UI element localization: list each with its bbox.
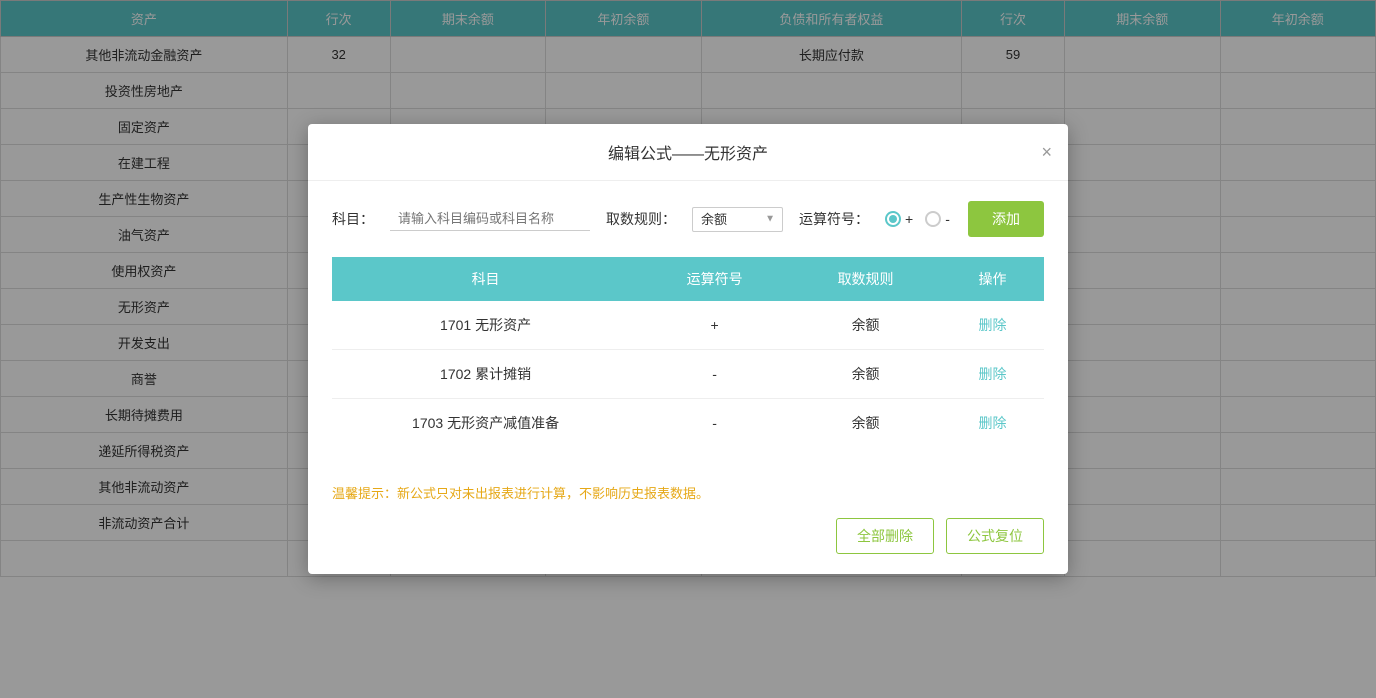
row2-rule: 余额 (790, 350, 941, 399)
delete-all-button[interactable]: 全部删除 (836, 518, 934, 554)
row1-operator: + (639, 301, 790, 350)
radio-minus-circle (925, 211, 941, 227)
table-row: 1702 累计摊销 - 余额 删除 (332, 350, 1044, 399)
row1-action: 删除 (941, 301, 1044, 350)
formula-form-row: 科目： 取数规则： 余额 借方 贷方 借方余额 贷方余额 ▼ 运算符号： (332, 201, 1044, 237)
row1-subject: 1701 无形资产 (332, 301, 639, 350)
operator-plus-label: + (905, 211, 913, 227)
delete-row1-link[interactable]: 删除 (979, 317, 1007, 333)
radio-plus-circle (885, 211, 901, 227)
footer-actions: 全部删除 公式复位 (308, 518, 1068, 574)
modal-overlay: 编辑公式——无形资产 × 科目： 取数规则： 余额 借方 贷方 借方余额 (0, 0, 1376, 698)
close-button[interactable]: × (1041, 143, 1052, 161)
operator-label: 运算符号： (799, 209, 869, 229)
row2-operator: - (639, 350, 790, 399)
row3-rule: 余额 (790, 399, 941, 448)
table-row: 1703 无形资产减值准备 - 余额 删除 (332, 399, 1044, 448)
operator-radio-group: + - (885, 211, 950, 227)
add-button[interactable]: 添加 (968, 201, 1044, 237)
delete-row2-link[interactable]: 删除 (979, 366, 1007, 382)
row1-rule: 余额 (790, 301, 941, 350)
row3-action: 删除 (941, 399, 1044, 448)
delete-row3-link[interactable]: 删除 (979, 415, 1007, 431)
subject-input[interactable] (390, 207, 590, 231)
rule-label: 取数规则： (606, 209, 676, 229)
th-operator: 运算符号 (639, 257, 790, 301)
th-subject: 科目 (332, 257, 639, 301)
modal-title: 编辑公式——无形资产 (608, 146, 768, 163)
modal-header: 编辑公式——无形资产 × (308, 124, 1068, 181)
operator-minus-radio[interactable]: - (925, 211, 950, 227)
footer-note: 温馨提示：新公式只对未出报表进行计算，不影响历史报表数据。 (308, 483, 1068, 518)
operator-minus-label: - (945, 211, 950, 227)
row3-subject: 1703 无形资产减值准备 (332, 399, 639, 448)
table-row: 1701 无形资产 + 余额 删除 (332, 301, 1044, 350)
th-action: 操作 (941, 257, 1044, 301)
row3-operator: - (639, 399, 790, 448)
operator-plus-radio[interactable]: + (885, 211, 913, 227)
row2-subject: 1702 累计摊销 (332, 350, 639, 399)
row2-action: 删除 (941, 350, 1044, 399)
edit-formula-modal: 编辑公式——无形资产 × 科目： 取数规则： 余额 借方 贷方 借方余额 (308, 124, 1068, 574)
reset-formula-button[interactable]: 公式复位 (946, 518, 1044, 554)
rule-select[interactable]: 余额 借方 贷方 借方余额 贷方余额 (692, 207, 783, 232)
rule-select-wrapper: 余额 借方 贷方 借方余额 贷方余额 ▼ (692, 207, 783, 232)
formula-table: 科目 运算符号 取数规则 操作 1701 无形资产 + 余额 删除 (332, 257, 1044, 447)
table-header-row: 科目 运算符号 取数规则 操作 (332, 257, 1044, 301)
th-rule: 取数规则 (790, 257, 941, 301)
modal-body: 科目： 取数规则： 余额 借方 贷方 借方余额 贷方余额 ▼ 运算符号： (308, 181, 1068, 483)
subject-label: 科目： (332, 209, 374, 229)
